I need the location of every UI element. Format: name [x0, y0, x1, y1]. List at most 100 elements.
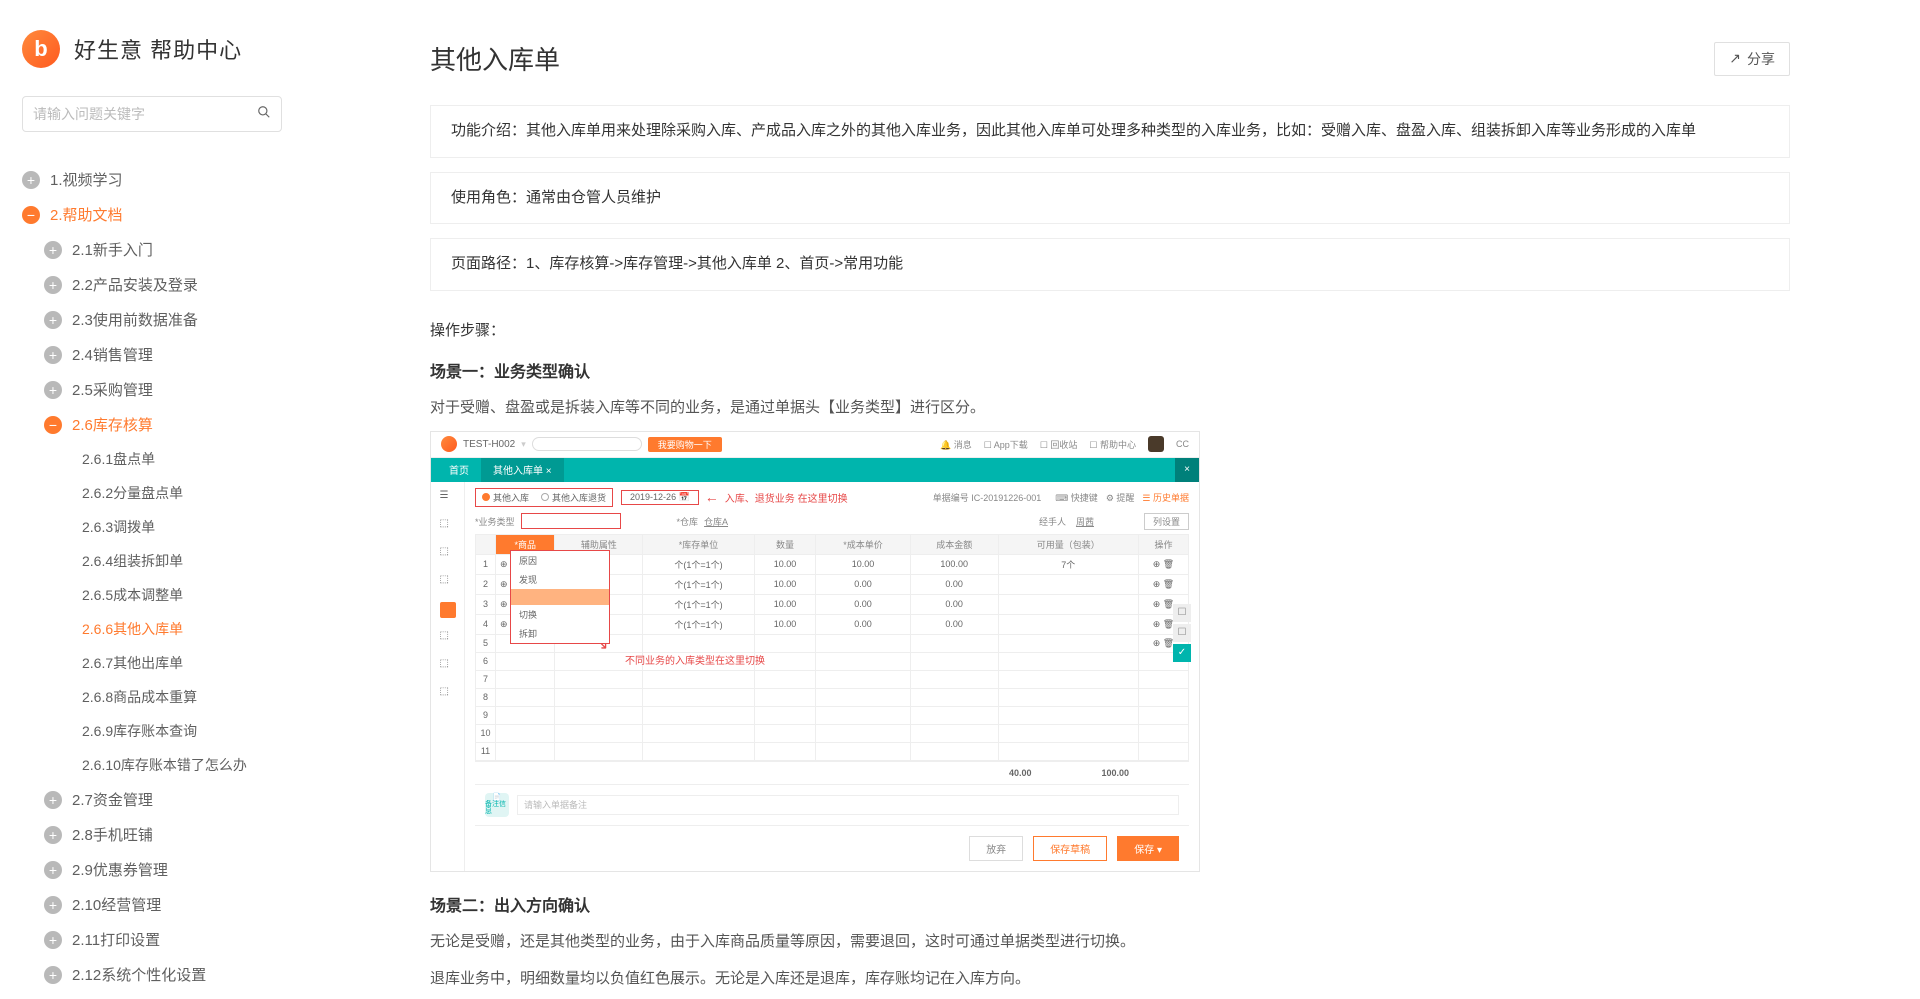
share-icon: ↗ — [1729, 50, 1741, 67]
scene2-title: 场景二：出入方向确认 — [430, 892, 1790, 916]
nav-label: 2.7资金管理 — [72, 789, 153, 810]
nav-label: 2.6库存核算 — [72, 414, 153, 435]
search-input[interactable] — [33, 106, 257, 122]
field-label: *业务类型 — [475, 515, 515, 528]
rail-icon: ⬚ — [440, 686, 456, 702]
rail-icon: ☐ — [1173, 624, 1191, 642]
nav-item-2-6[interactable]: −2.6库存核算 — [22, 407, 285, 442]
minus-icon: − — [22, 206, 40, 224]
embed-link-msg: 🔔 消息 — [940, 438, 972, 451]
dd-item: 发现 — [511, 570, 609, 589]
embed-user: CC — [1176, 439, 1189, 449]
nav-item-2-6-3[interactable]: 2.6.3调拨单 — [22, 510, 285, 544]
nav-label: 2.6.5成本调整单 — [82, 585, 183, 605]
nav-item-2-6-8[interactable]: 2.6.8商品成本重算 — [22, 680, 285, 714]
rail-icon: ☐ — [1173, 604, 1191, 622]
dd-item: 原因 — [511, 551, 609, 570]
nav-item-2-9[interactable]: +2.9优惠券管理 — [22, 852, 285, 887]
nav-item-2-5[interactable]: +2.5采购管理 — [22, 372, 285, 407]
nav-item-2-6-5[interactable]: 2.6.5成本调整单 — [22, 578, 285, 612]
sidebar: b 好生意 帮助中心 +1.视频学习 −2.帮助文档 +2.1新手入门 +2.2… — [0, 0, 305, 999]
nav-label: 2.6.4组装拆卸单 — [82, 551, 183, 571]
nav-label: 2.6.6其他入库单 — [82, 619, 183, 639]
nav-item-2-3[interactable]: +2.3使用前数据准备 — [22, 302, 285, 337]
nav-item-2-10[interactable]: +2.10经营管理 — [22, 887, 285, 922]
plus-icon: + — [44, 381, 62, 399]
nav-item-2-6-2[interactable]: 2.6.2分量盘点单 — [22, 476, 285, 510]
plus-icon: + — [44, 931, 62, 949]
brand-logo[interactable]: b 好生意 帮助中心 — [22, 30, 285, 68]
embed-body: ☰ ⬚ ⬚ ⬚ ⬚ ⬚ ⬚ 其他入库 其他入库退货 — [431, 482, 1199, 871]
btn-draft: 保存草稿 — [1033, 836, 1107, 861]
nav-label: 2.5采购管理 — [72, 379, 153, 400]
nav-item-2-4[interactable]: +2.4销售管理 — [22, 337, 285, 372]
nav-item-2-6-9[interactable]: 2.6.9库存账本查询 — [22, 714, 285, 748]
embed-tabs: 首页 其他入库单 × × — [431, 458, 1199, 482]
plus-icon: + — [44, 276, 62, 294]
nav-item-2-6-7[interactable]: 2.6.7其他出库单 — [22, 646, 285, 680]
nav-item-2-6-4[interactable]: 2.6.4组装拆卸单 — [22, 544, 285, 578]
embed-footer: 放弃 保存草稿 保存 ▾ — [475, 825, 1189, 871]
embed-avatar-icon — [1148, 436, 1164, 452]
nav-item-video[interactable]: +1.视频学习 — [22, 162, 285, 197]
nav-item-2-6-6-current[interactable]: 2.6.6其他入库单 — [22, 612, 285, 646]
nav-label: 2.8手机旺铺 — [72, 824, 153, 845]
nav-label: 2.6.1盘点单 — [82, 449, 155, 469]
dd-item-highlight — [511, 589, 609, 605]
nav-item-2-6-1[interactable]: 2.6.1盘点单 — [22, 442, 285, 476]
embed-topbar: TEST-H002 ▾ 我要购物一下 🔔 消息 ☐ App下载 ☐ 回收站 ☐ … — [431, 432, 1199, 458]
embed-doc-id: 单据编号 IC-20191226-001 — [933, 491, 1042, 504]
nav-item-docs[interactable]: −2.帮助文档 — [22, 197, 285, 232]
page-header: 其他入库单 ↗ 分享 — [430, 40, 1790, 77]
note-input: 请输入单据备注 — [517, 795, 1179, 815]
embed-biztype-dropdown — [521, 513, 621, 529]
search-icon[interactable] — [257, 105, 271, 123]
plus-icon: + — [22, 171, 40, 189]
rail-icon: ⬚ — [440, 546, 456, 562]
nav-item-2-6-10[interactable]: 2.6.10库存账本错了怎么办 — [22, 748, 285, 782]
intro-text: 功能介绍：其他入库单用来处理除采购入库、产成品入库之外的其他入库业务，因此其他入… — [451, 122, 1696, 139]
embed-radio-group: 其他入库 其他入库退货 — [475, 488, 613, 507]
main-content: 其他入库单 ↗ 分享 功能介绍：其他入库单用来处理除采购入库、产成品入库之外的其… — [430, 0, 1850, 999]
radio-label: 其他入库 — [493, 493, 529, 503]
page-title: 其他入库单 — [430, 40, 560, 77]
search-box[interactable] — [22, 96, 282, 132]
nav-label: 2.6.3调拨单 — [82, 517, 155, 537]
nav-item-2-1[interactable]: +2.1新手入门 — [22, 232, 285, 267]
nav-item-2-7[interactable]: +2.7资金管理 — [22, 782, 285, 817]
field-value: 仓库A — [704, 515, 728, 528]
embed-env-label: TEST-H002 — [463, 439, 515, 450]
rail-icon: ⬚ — [440, 518, 456, 534]
embed-right-rail: ☐ ☐ ✓ — [1173, 604, 1191, 662]
embed-logo-icon — [441, 436, 457, 452]
nav-tree: +1.视频学习 −2.帮助文档 +2.1新手入门 +2.2产品安装及登录 +2.… — [22, 162, 285, 999]
rail-icon: ⬚ — [440, 630, 456, 646]
share-label: 分享 — [1747, 49, 1775, 69]
embed-totals: 40.00 100.00 — [475, 761, 1189, 784]
nav-item-2-11[interactable]: +2.11打印设置 — [22, 922, 285, 957]
chevron-down-icon: ▾ — [521, 439, 526, 450]
embed-act-history: ☰ 历史单据 — [1142, 491, 1189, 504]
brand-text: 好生意 帮助中心 — [74, 33, 242, 65]
nav-item-2-12[interactable]: +2.12系统个性化设置 — [22, 957, 285, 992]
nav-item-2-13[interactable]: +2.13在线支付 — [22, 992, 285, 999]
scene1-title: 场景一：业务类型确认 — [430, 358, 1790, 382]
steps-label: 操作步骤： — [430, 319, 1790, 340]
nav-label: 2.帮助文档 — [50, 204, 123, 225]
embedded-screenshot: TEST-H002 ▾ 我要购物一下 🔔 消息 ☐ App下载 ☐ 回收站 ☐ … — [430, 431, 1200, 872]
embed-col-settings: 列设置 — [1144, 513, 1189, 530]
nav-label: 2.3使用前数据准备 — [72, 309, 198, 330]
nav-label: 2.4销售管理 — [72, 344, 153, 365]
nav-label: 2.10经营管理 — [72, 894, 161, 915]
embed-act-remind: ⚙ 提醒 — [1106, 491, 1135, 504]
plus-icon: + — [44, 241, 62, 259]
role-block: 使用角色：通常由仓管人员维护 — [430, 172, 1790, 225]
plus-icon: + — [44, 861, 62, 879]
nav-label: 2.6.2分量盘点单 — [82, 483, 183, 503]
role-text: 使用角色：通常由仓管人员维护 — [451, 189, 661, 206]
nav-item-2-8[interactable]: +2.8手机旺铺 — [22, 817, 285, 852]
nav-item-2-2[interactable]: +2.2产品安装及登录 — [22, 267, 285, 302]
share-button[interactable]: ↗ 分享 — [1714, 42, 1790, 76]
embed-dropdown-menu: 原因 发现 切换 拆卸 — [510, 550, 610, 644]
embed-link-trash: ☐ 回收站 — [1040, 438, 1078, 451]
